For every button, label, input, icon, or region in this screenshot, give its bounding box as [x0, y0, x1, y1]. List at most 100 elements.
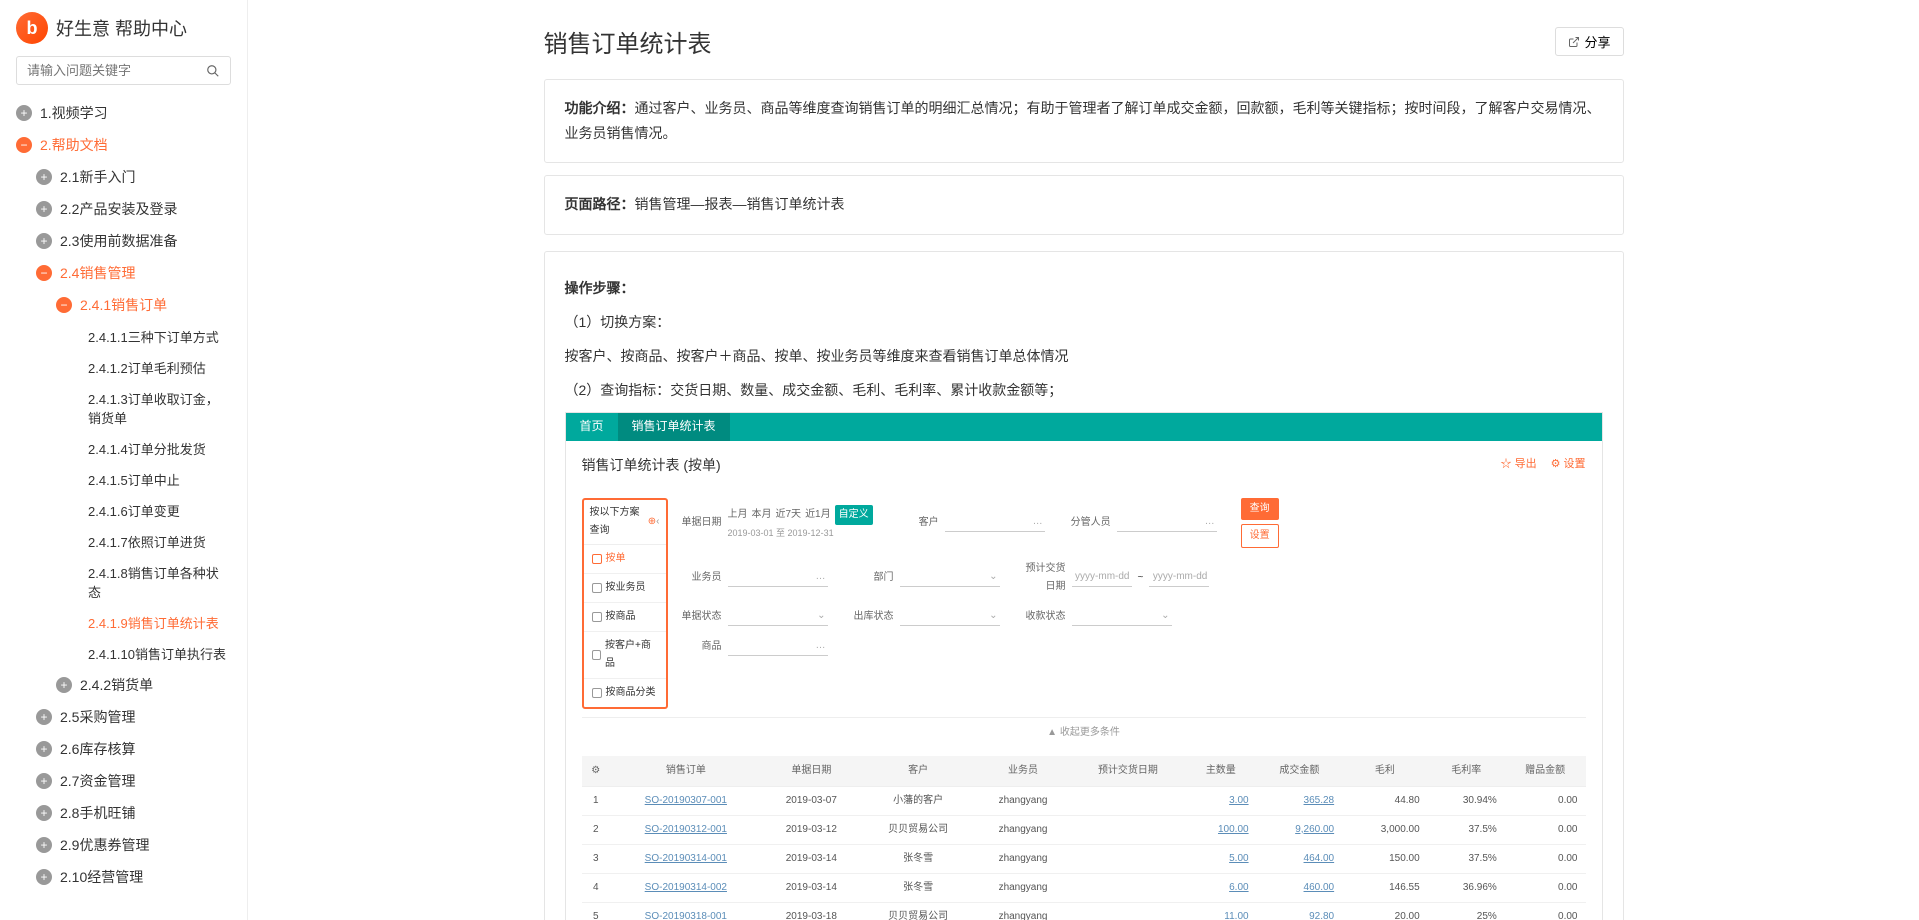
- table-cell[interactable]: SO-20190318-001: [610, 902, 762, 920]
- date-tag[interactable]: 本月: [752, 506, 772, 524]
- scheme-item[interactable]: 按单: [584, 545, 666, 574]
- expand-icon[interactable]: +: [56, 677, 72, 693]
- filter-input[interactable]: ⌄: [900, 608, 1000, 626]
- collapse-icon[interactable]: −: [56, 297, 72, 313]
- filter-input[interactable]: ⌄: [900, 569, 1000, 587]
- filter-input[interactable]: …: [1117, 514, 1217, 532]
- intro-text: 通过客户、业务员、商品等维度查询销售订单的明细汇总情况；有助于管理者了解订单成交…: [565, 100, 1601, 141]
- filter-input[interactable]: …: [945, 514, 1045, 532]
- nav-24[interactable]: −2.4销售管理: [8, 257, 239, 289]
- date-tag[interactable]: 上月: [728, 506, 748, 524]
- date-tag[interactable]: 近7天: [776, 506, 802, 524]
- expand-icon[interactable]: +: [16, 105, 32, 121]
- more-icon[interactable]: ‹: [656, 513, 659, 531]
- table-row[interactable]: 2SO-20190312-0012019-03-12贝贝贸易公司zhangyan…: [582, 815, 1586, 844]
- table-cell: zhangyang: [975, 815, 1071, 844]
- table-cell: 146.55: [1342, 873, 1428, 902]
- export-button[interactable]: ☆ 导出: [1501, 455, 1537, 475]
- table-cell[interactable]: 464.00: [1257, 844, 1343, 873]
- expand-icon[interactable]: +: [36, 201, 52, 217]
- table-cell[interactable]: 100.00: [1185, 815, 1257, 844]
- table-row[interactable]: 3SO-20190314-0012019-03-14张冬雪zhangyang5.…: [582, 844, 1586, 873]
- table-row[interactable]: 1SO-20190307-0012019-03-07小藩的客户zhangyang…: [582, 786, 1586, 815]
- table-cell[interactable]: SO-20190307-001: [610, 786, 762, 815]
- scheme-item[interactable]: 按商品: [584, 603, 666, 632]
- table-cell[interactable]: 365.28: [1257, 786, 1343, 815]
- query-button[interactable]: 查询: [1241, 498, 1279, 520]
- filter-input[interactable]: ⌄: [728, 608, 828, 626]
- expand-icon[interactable]: +: [36, 169, 52, 185]
- expand-icon[interactable]: +: [36, 233, 52, 249]
- search-input[interactable]: [27, 63, 206, 78]
- add-icon[interactable]: ⊕: [648, 513, 656, 531]
- nav-2418[interactable]: 2.4.1.8销售订单各种状态: [8, 557, 239, 607]
- nav-28[interactable]: +2.8手机旺铺: [8, 797, 239, 829]
- nav-2414[interactable]: 2.4.1.4订单分批发货: [8, 433, 239, 464]
- expand-icon[interactable]: +: [36, 709, 52, 725]
- expand-icon[interactable]: +: [36, 805, 52, 821]
- filter-input[interactable]: ⌄: [1072, 608, 1172, 626]
- nav-29[interactable]: +2.9优惠券管理: [8, 829, 239, 861]
- shot-tab-active[interactable]: 销售订单统计表: [618, 413, 730, 441]
- scheme-item[interactable]: 按客户+商品: [584, 632, 666, 679]
- table-cell[interactable]: 92.80: [1257, 902, 1343, 920]
- filter-input[interactable]: …: [728, 569, 828, 587]
- nav-label: 2.2产品安装及登录: [60, 199, 177, 219]
- collapse-bar[interactable]: ▲ 收起更多条件: [582, 717, 1586, 748]
- nav-24110[interactable]: 2.4.1.10销售订单执行表: [8, 638, 239, 669]
- nav-help[interactable]: −2.帮助文档: [8, 129, 239, 161]
- nav-2412[interactable]: 2.4.1.2订单毛利预估: [8, 352, 239, 383]
- table-row[interactable]: 4SO-20190314-0022019-03-14张冬雪zhangyang6.…: [582, 873, 1586, 902]
- nav-242[interactable]: +2.4.2销货单: [8, 669, 239, 701]
- share-button[interactable]: 分享: [1555, 27, 1623, 56]
- table-cell: [1071, 815, 1185, 844]
- collapse-icon[interactable]: −: [36, 265, 52, 281]
- nav-210[interactable]: +2.10经营管理: [8, 861, 239, 893]
- date-input[interactable]: yyyy-mm-dd: [1072, 569, 1132, 587]
- nav-video[interactable]: +1.视频学习: [8, 97, 239, 129]
- setting-button[interactable]: ⚙ 设置: [1551, 455, 1586, 475]
- table-cell: 1: [582, 786, 611, 815]
- nav-2415[interactable]: 2.4.1.5订单中止: [8, 464, 239, 495]
- date-tag[interactable]: 近1月: [805, 506, 831, 524]
- table-cell[interactable]: 460.00: [1257, 873, 1343, 902]
- search-icon[interactable]: [206, 64, 220, 78]
- nav-241[interactable]: −2.4.1销售订单: [8, 289, 239, 321]
- table-cell: 2019-03-14: [762, 873, 861, 902]
- nav-22[interactable]: +2.2产品安装及登录: [8, 193, 239, 225]
- step2: （2）查询指标：交货日期、数量、成交金额、毛利、毛利率、累计收款金额等；: [565, 376, 1603, 404]
- nav-26[interactable]: +2.6库存核算: [8, 733, 239, 765]
- scheme-item[interactable]: 按商品分类: [584, 679, 666, 707]
- table-cell[interactable]: 5.00: [1185, 844, 1257, 873]
- table-cell[interactable]: 6.00: [1185, 873, 1257, 902]
- scheme-item[interactable]: 按业务员: [584, 574, 666, 603]
- set-button[interactable]: 设置: [1241, 524, 1279, 548]
- table-cell[interactable]: 11.00: [1185, 902, 1257, 920]
- expand-icon[interactable]: +: [36, 837, 52, 853]
- date-input[interactable]: yyyy-mm-dd: [1149, 569, 1209, 587]
- table-row[interactable]: 5SO-20190318-0012019-03-18贝贝贸易公司zhangyan…: [582, 902, 1586, 920]
- nav-23[interactable]: +2.3使用前数据准备: [8, 225, 239, 257]
- table-cell[interactable]: 9,260.00: [1257, 815, 1343, 844]
- nav-2416[interactable]: 2.4.1.6订单变更: [8, 495, 239, 526]
- nav-25[interactable]: +2.5采购管理: [8, 701, 239, 733]
- nav-2419[interactable]: 2.4.1.9销售订单统计表: [8, 607, 239, 638]
- table-cell[interactable]: SO-20190314-001: [610, 844, 762, 873]
- expand-icon[interactable]: +: [36, 741, 52, 757]
- expand-icon[interactable]: +: [36, 773, 52, 789]
- nav-2413[interactable]: 2.4.1.3订单收取订金，销货单: [8, 383, 239, 433]
- gear-icon[interactable]: ⚙: [591, 765, 600, 776]
- table-cell[interactable]: 3.00: [1185, 786, 1257, 815]
- filter-input[interactable]: …: [728, 638, 828, 656]
- nav-21[interactable]: +2.1新手入门: [8, 161, 239, 193]
- shot-tab-home[interactable]: 首页: [566, 413, 618, 441]
- search-box[interactable]: [16, 56, 231, 85]
- nav-27[interactable]: +2.7资金管理: [8, 765, 239, 797]
- nav-2411[interactable]: 2.4.1.1三种下订单方式: [8, 321, 239, 352]
- expand-icon[interactable]: +: [36, 869, 52, 885]
- table-cell[interactable]: SO-20190314-002: [610, 873, 762, 902]
- collapse-icon[interactable]: −: [16, 137, 32, 153]
- date-tag-active[interactable]: 自定义: [835, 505, 873, 525]
- nav-2417[interactable]: 2.4.1.7依照订单进货: [8, 526, 239, 557]
- table-cell[interactable]: SO-20190312-001: [610, 815, 762, 844]
